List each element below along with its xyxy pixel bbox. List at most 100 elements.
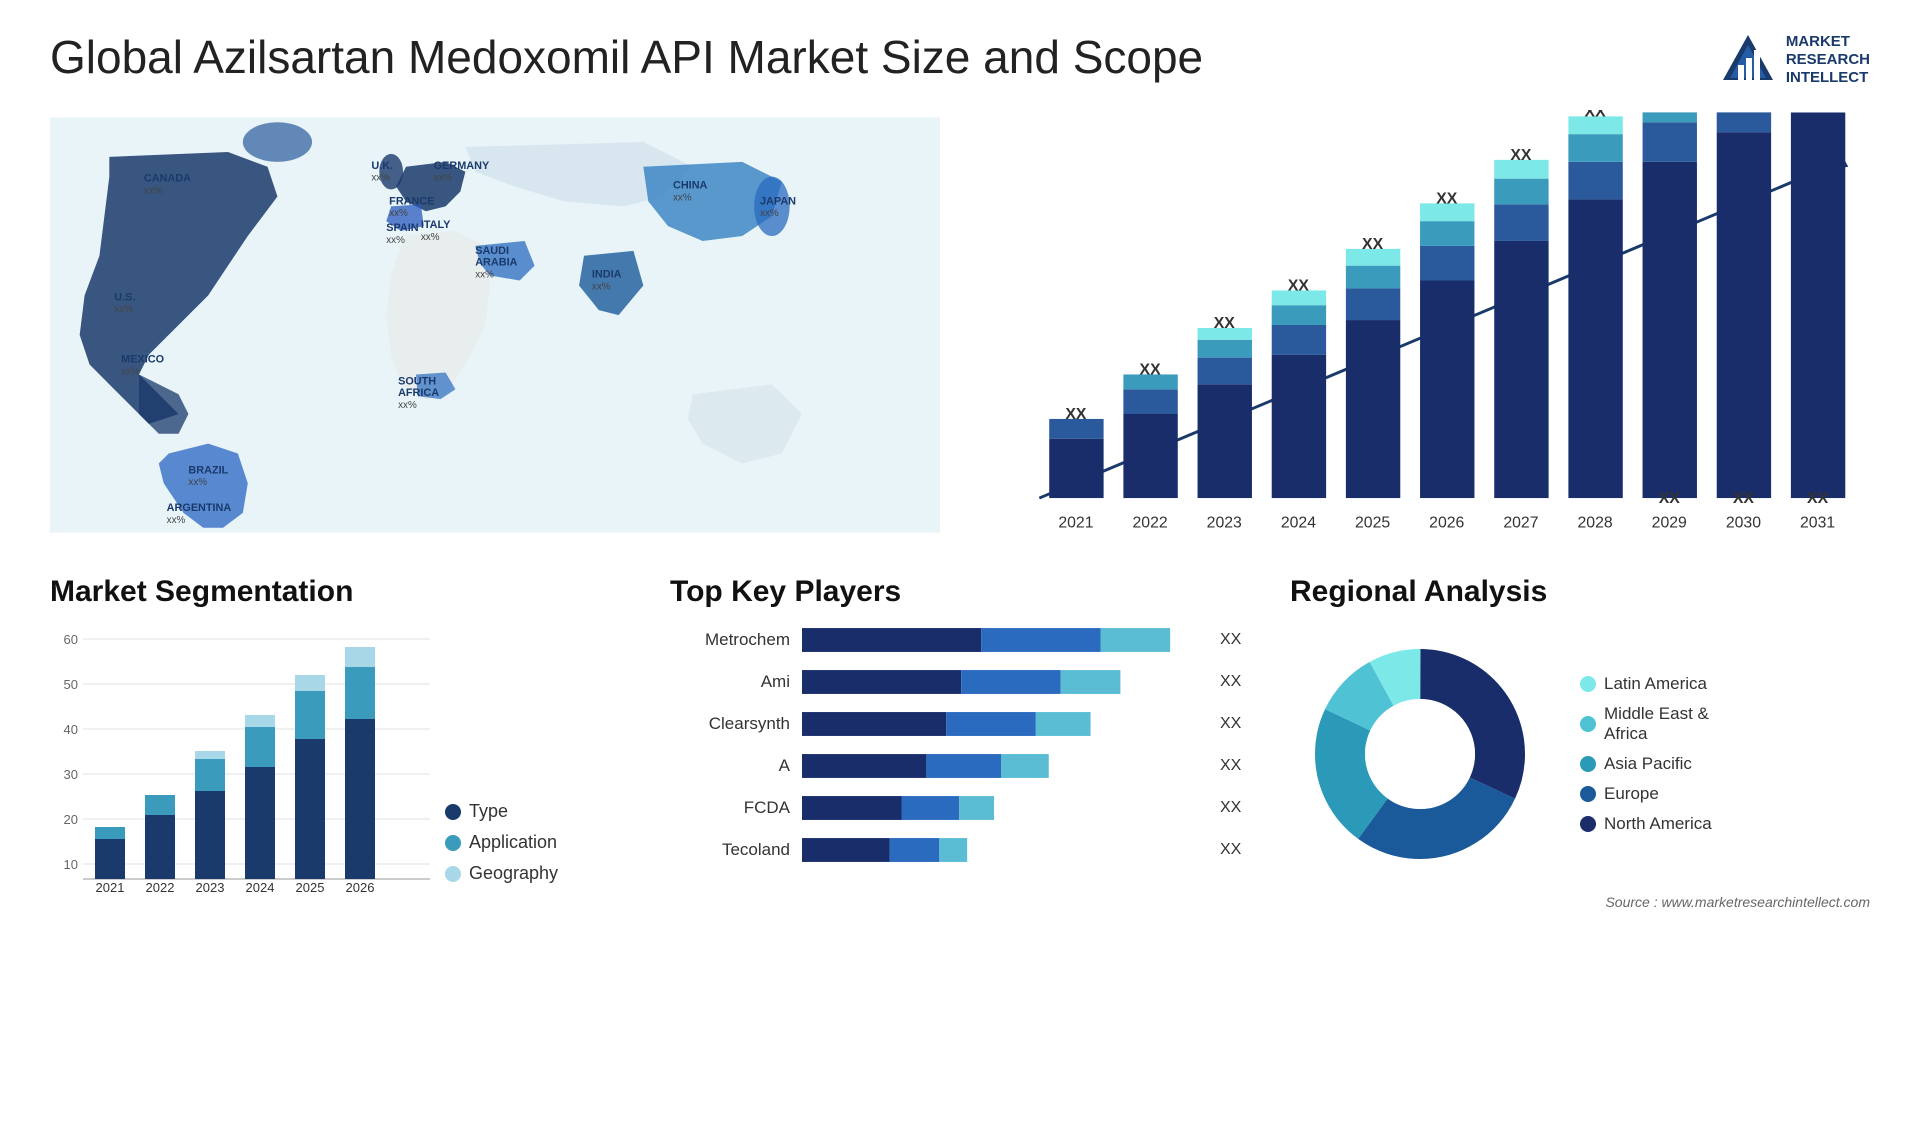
svg-text:xx%: xx% — [398, 400, 417, 411]
player-value-a: XX — [1220, 757, 1250, 775]
players-list: Metrochem XX Ami — [670, 624, 1250, 866]
svg-text:XX: XX — [1065, 406, 1087, 423]
bottom-grid: Market Segmentation 60 50 40 30 20 10 — [50, 575, 1870, 910]
svg-text:SOUTH: SOUTH — [398, 375, 436, 387]
reg-dot-latin-america — [1580, 676, 1596, 692]
legend-dot-geography — [445, 866, 461, 882]
segmentation-title: Market Segmentation — [50, 575, 630, 609]
svg-text:INDIA: INDIA — [592, 269, 622, 281]
svg-text:2022: 2022 — [146, 880, 175, 895]
player-bar-tecoland — [802, 834, 1200, 866]
svg-text:2026: 2026 — [1429, 515, 1464, 532]
player-name-fcda: FCDA — [670, 798, 790, 818]
svg-text:xx%: xx% — [371, 173, 390, 184]
world-map-svg: CANADA xx% U.S. xx% MEXICO xx% BRAZIL xx… — [50, 110, 940, 540]
svg-text:SAUDI: SAUDI — [475, 245, 509, 257]
svg-text:U.S.: U.S. — [114, 291, 135, 303]
svg-text:xx%: xx% — [188, 477, 207, 488]
player-row-tecoland: Tecoland XX — [670, 834, 1250, 866]
svg-text:AFRICA: AFRICA — [398, 387, 439, 399]
key-players-section: Top Key Players Metrochem XX — [670, 575, 1250, 910]
map-container: CANADA xx% U.S. xx% MEXICO xx% BRAZIL xx… — [50, 110, 940, 540]
page: Global Azilsartan Medoxomil API Market S… — [0, 0, 1920, 1146]
svg-text:50: 50 — [64, 677, 78, 692]
seg-legend: Type Application Geography — [445, 801, 558, 904]
svg-text:2027: 2027 — [1503, 515, 1538, 532]
svg-text:CHINA: CHINA — [673, 180, 708, 192]
legend-geography: Geography — [445, 863, 558, 884]
svg-text:xx%: xx% — [144, 185, 163, 196]
player-row-a: A XX — [670, 750, 1250, 782]
player-row-metrochem: Metrochem XX — [670, 624, 1250, 656]
legend-dot-application — [445, 835, 461, 851]
svg-text:xx%: xx% — [434, 173, 453, 184]
reg-label-europe: Europe — [1604, 784, 1659, 804]
svg-text:2025: 2025 — [1355, 515, 1390, 532]
svg-text:xx%: xx% — [167, 515, 186, 526]
svg-text:U.K.: U.K. — [371, 160, 393, 172]
player-name-metrochem: Metrochem — [670, 630, 790, 650]
svg-text:2031: 2031 — [1800, 515, 1835, 532]
player-bar-fcda — [802, 792, 1200, 824]
svg-text:2024: 2024 — [1281, 515, 1316, 532]
reg-legend-asia-pacific: Asia Pacific — [1580, 754, 1712, 774]
svg-text:2026: 2026 — [346, 880, 375, 895]
svg-text:2030: 2030 — [1726, 515, 1761, 532]
svg-text:XX: XX — [1733, 490, 1755, 507]
player-name-ami: Ami — [670, 672, 790, 692]
svg-text:2028: 2028 — [1577, 515, 1612, 532]
svg-text:2023: 2023 — [1207, 515, 1242, 532]
svg-text:xx%: xx% — [386, 235, 405, 246]
svg-text:ITALY: ITALY — [421, 219, 451, 231]
reg-label-latin-america: Latin America — [1604, 674, 1707, 694]
player-value-fcda: XX — [1220, 799, 1250, 817]
regional-section: Regional Analysis — [1290, 575, 1870, 910]
reg-dot-middle-east — [1580, 716, 1596, 732]
svg-text:xx%: xx% — [592, 281, 611, 292]
svg-text:JAPAN: JAPAN — [760, 195, 796, 207]
svg-text:xx%: xx% — [389, 208, 408, 219]
legend-application: Application — [445, 832, 558, 853]
svg-text:XX: XX — [1436, 190, 1458, 207]
svg-text:XX: XX — [1214, 315, 1236, 332]
player-name-clearsynth: Clearsynth — [670, 714, 790, 734]
bar-chart-section: XX 2021 XX 2022 XX 2023 — [980, 110, 1870, 545]
player-bar-clearsynth — [802, 708, 1200, 740]
reg-legend-latin-america: Latin America — [1580, 674, 1712, 694]
growth-chart-svg: XX 2021 XX 2022 XX 2023 — [980, 110, 1870, 540]
regional-content: Latin America Middle East &Africa Asia P… — [1290, 624, 1870, 884]
source-text: Source : www.marketresearchintellect.com — [1290, 894, 1870, 910]
player-value-metrochem: XX — [1220, 631, 1250, 649]
svg-text:10: 10 — [64, 857, 78, 872]
legend-label-application: Application — [469, 832, 557, 853]
logo-box: MARKETRESEARCHINTELLECT — [1718, 30, 1870, 90]
player-value-ami: XX — [1220, 673, 1250, 691]
player-row-clearsynth: Clearsynth XX — [670, 708, 1250, 740]
header: Global Azilsartan Medoxomil API Market S… — [50, 30, 1870, 90]
player-row-ami: Ami XX — [670, 666, 1250, 698]
svg-text:xx%: xx% — [421, 232, 440, 243]
reg-legend-north-america: North America — [1580, 814, 1712, 834]
svg-text:SPAIN: SPAIN — [386, 222, 419, 234]
reg-label-north-america: North America — [1604, 814, 1712, 834]
svg-text:20: 20 — [64, 812, 78, 827]
svg-text:GERMANY: GERMANY — [434, 160, 490, 172]
svg-text:ARGENTINA: ARGENTINA — [167, 502, 232, 514]
player-bar-metrochem — [802, 624, 1200, 656]
map-section: CANADA xx% U.S. xx% MEXICO xx% BRAZIL xx… — [50, 110, 940, 545]
svg-text:xx%: xx% — [121, 366, 140, 377]
reg-legend-middle-east: Middle East &Africa — [1580, 704, 1712, 744]
svg-text:XX: XX — [1659, 490, 1681, 507]
svg-text:XX: XX — [1362, 236, 1384, 253]
logo-icon — [1718, 30, 1778, 90]
reg-label-middle-east: Middle East &Africa — [1604, 704, 1709, 744]
player-value-clearsynth: XX — [1220, 715, 1250, 733]
svg-text:CANADA: CANADA — [144, 173, 191, 185]
svg-text:XX: XX — [1807, 490, 1829, 507]
seg-chart-wrapper: 60 50 40 30 20 10 — [50, 624, 630, 904]
svg-text:2025: 2025 — [296, 880, 325, 895]
reg-label-asia-pacific: Asia Pacific — [1604, 754, 1692, 774]
seg-chart-svg: 60 50 40 30 20 10 — [50, 624, 430, 904]
regional-legend: Latin America Middle East &Africa Asia P… — [1580, 674, 1712, 834]
svg-text:30: 30 — [64, 767, 78, 782]
